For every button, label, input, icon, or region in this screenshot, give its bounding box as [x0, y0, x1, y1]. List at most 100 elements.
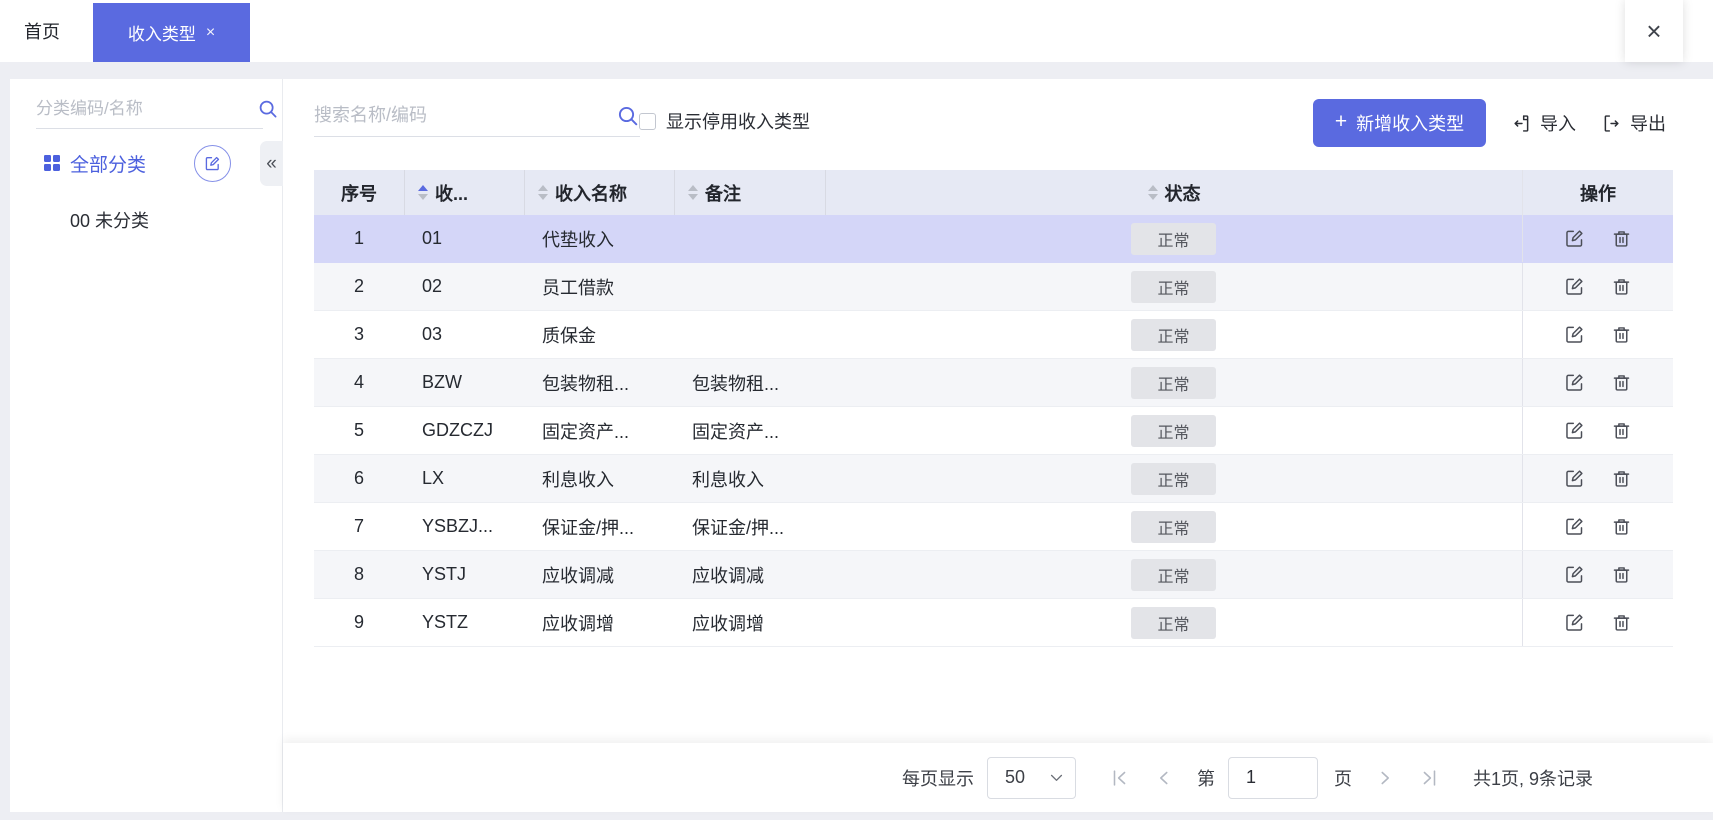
delete-icon[interactable] [1611, 612, 1632, 633]
import-button[interactable]: 导入 [1511, 99, 1576, 147]
export-button[interactable]: 导出 [1601, 99, 1666, 147]
edit-icon[interactable] [1564, 420, 1585, 441]
search-icon[interactable] [257, 98, 279, 120]
first-page-button[interactable] [1109, 767, 1131, 789]
tab-home[interactable]: 首页 [24, 0, 60, 62]
remark: 固定资产... [692, 421, 780, 442]
tab-income-type[interactable]: 收入类型 × [93, 3, 250, 62]
column-header: 操作 [1522, 170, 1673, 215]
delete-icon[interactable] [1611, 324, 1632, 345]
all-categories-label: 全部分类 [70, 154, 147, 176]
status-badge: 正常 [1131, 606, 1216, 639]
next-page-button[interactable] [1374, 767, 1396, 789]
income-code: YSTJ [422, 564, 467, 584]
status-cell: 正常 [825, 359, 1522, 406]
sort-icon[interactable] [418, 185, 428, 200]
edit-icon[interactable] [1564, 372, 1585, 393]
table-row[interactable]: 4 BZW 包装物租... 包装物租... 正常 [314, 359, 1673, 407]
table-row[interactable]: 5 GDZCZJ 固定资产... 固定资产... 正常 [314, 407, 1673, 455]
income-name: 包装物租... [542, 373, 630, 394]
status-cell: 正常 [825, 455, 1522, 502]
table-row[interactable]: 7 YSBZJ... 保证金/押... 保证金/押... 正常 [314, 503, 1673, 551]
pagination-summary: 共1页, 9条记录 [1472, 768, 1593, 789]
table-row[interactable]: 3 03 质保金 正常 [314, 311, 1673, 359]
table-search-input[interactable] [314, 105, 616, 126]
column-header[interactable]: 状态 [825, 170, 1522, 215]
income-name: 质保金 [542, 325, 596, 346]
status-badge: 正常 [1131, 222, 1216, 255]
search-icon[interactable] [616, 104, 640, 128]
show-disabled-checkbox-row[interactable]: 显示停用收入类型 [639, 108, 810, 134]
sort-icon[interactable] [688, 185, 698, 200]
export-label: 导出 [1630, 114, 1666, 134]
table-row[interactable]: 1 01 代垫收入 正常 [314, 215, 1673, 263]
delete-icon[interactable] [1611, 228, 1632, 249]
collapse-sidebar-button[interactable]: « [260, 141, 283, 186]
delete-icon[interactable] [1611, 276, 1632, 297]
row-number: 1 [353, 228, 364, 248]
column-header[interactable]: 收... [404, 170, 524, 215]
delete-icon[interactable] [1611, 468, 1632, 489]
edit-icon[interactable] [1564, 468, 1585, 489]
delete-icon[interactable] [1611, 516, 1632, 537]
delete-icon[interactable] [1611, 372, 1632, 393]
category-search-input[interactable] [36, 98, 257, 119]
last-page-button[interactable] [1418, 767, 1440, 789]
tab-close-icon[interactable]: × [206, 24, 215, 42]
edit-category-button[interactable] [194, 145, 231, 182]
table-row[interactable]: 2 02 员工借款 正常 [314, 263, 1673, 311]
status-cell: 正常 [825, 263, 1522, 310]
column-label: 收入名称 [555, 183, 627, 204]
row-number: 7 [353, 516, 364, 536]
remark: 应收调增 [692, 613, 764, 634]
edit-icon[interactable] [1564, 276, 1585, 297]
actions-cell [1522, 311, 1673, 358]
all-categories-row[interactable]: 全部分类 « [10, 137, 283, 189]
tab-label: 收入类型 [127, 25, 196, 44]
table-row[interactable]: 9 YSTZ 应收调增 应收调增 正常 [314, 599, 1673, 647]
status-badge: 正常 [1131, 558, 1216, 591]
prev-page-button[interactable] [1153, 767, 1175, 789]
close-icon: × [1646, 15, 1662, 46]
edit-icon [205, 156, 220, 171]
delete-icon[interactable] [1611, 564, 1632, 585]
column-header[interactable]: 收入名称 [524, 170, 674, 215]
checkbox[interactable] [639, 112, 656, 130]
add-income-type-button[interactable]: + 新增收入类型 [1313, 99, 1486, 147]
page-number-input[interactable] [1227, 756, 1318, 799]
income-name: 保证金/押... [542, 517, 635, 538]
status-cell: 正常 [825, 503, 1522, 550]
edit-icon[interactable] [1564, 228, 1585, 249]
edit-icon[interactable] [1564, 516, 1585, 537]
income-name: 应收调减 [542, 565, 614, 586]
sort-icon[interactable] [1147, 185, 1158, 200]
delete-icon[interactable] [1611, 420, 1632, 441]
edit-icon[interactable] [1564, 612, 1585, 633]
column-header[interactable]: 备注 [674, 170, 825, 215]
table-header: 序号 收... 收入名称 备注 状态 操作 [314, 170, 1673, 215]
plus-icon: + [1334, 110, 1348, 133]
income-code: 02 [422, 276, 443, 296]
per-page-select[interactable]: 50 [986, 756, 1076, 799]
category-search [36, 89, 277, 129]
sidebar-item-uncategorized[interactable]: 00 未分类 [70, 207, 149, 233]
prev-page-icon [1159, 771, 1168, 784]
status-badge: 正常 [1131, 510, 1216, 543]
window-close-button[interactable]: × [1625, 0, 1683, 62]
add-button-label: 新增收入类型 [1356, 114, 1465, 134]
export-icon [1604, 114, 1619, 132]
income-name: 代垫收入 [542, 229, 614, 250]
status-cell: 正常 [825, 407, 1522, 454]
sort-icon[interactable] [538, 185, 548, 200]
category-sidebar: 全部分类 « 00 未分类 [10, 79, 283, 812]
column-label: 收... [435, 183, 469, 204]
page-prefix: 第 [1196, 768, 1215, 789]
table-row[interactable]: 6 LX 利息收入 利息收入 正常 [314, 455, 1673, 503]
last-page-icon [1423, 769, 1436, 786]
row-number: 5 [353, 420, 364, 440]
edit-icon[interactable] [1564, 324, 1585, 345]
column-label: 序号 [341, 183, 377, 204]
edit-icon[interactable] [1564, 564, 1585, 585]
table-row[interactable]: 8 YSTJ 应收调减 应收调减 正常 [314, 551, 1673, 599]
actions-cell [1522, 551, 1673, 598]
